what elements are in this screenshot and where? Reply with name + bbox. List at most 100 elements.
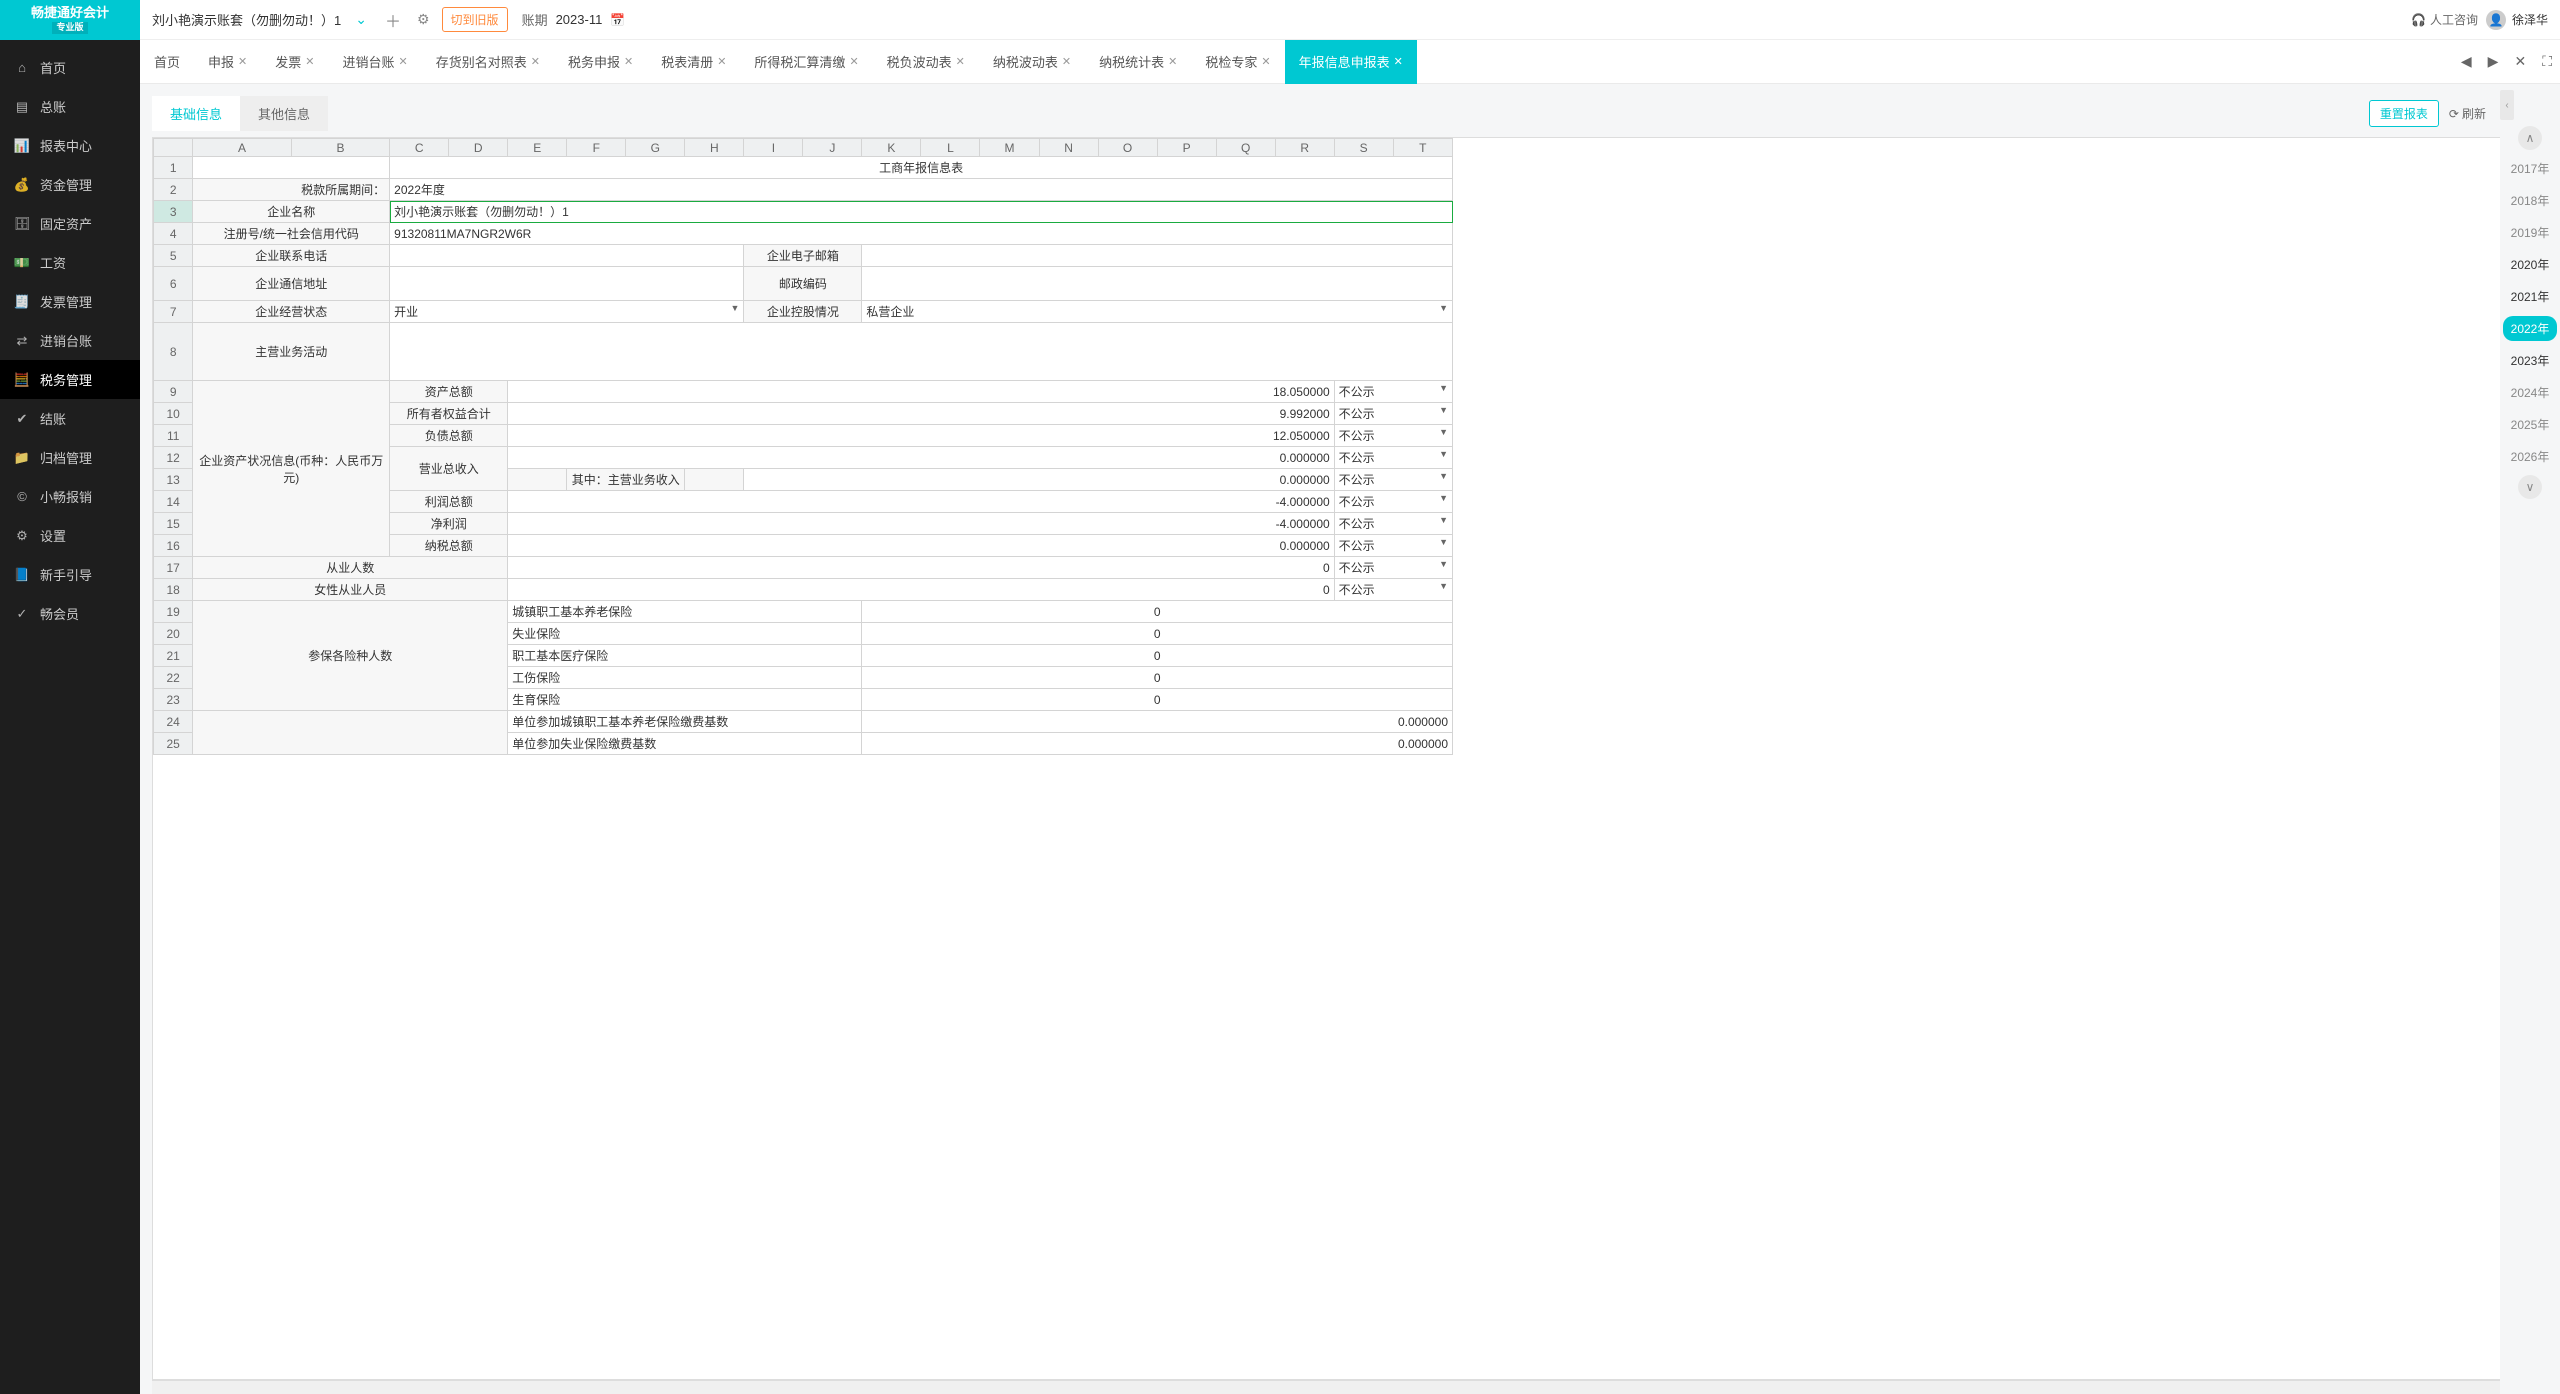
subtab-1[interactable]: 其他信息 — [240, 96, 328, 131]
col-header[interactable] — [154, 139, 193, 157]
year-collapse-icon[interactable]: ‹ — [2500, 90, 2514, 120]
cell[interactable] — [193, 157, 390, 179]
tab-4[interactable]: 存货别名对照表✕ — [422, 40, 554, 84]
tab-9[interactable]: 纳税波动表✕ — [979, 40, 1085, 84]
row-header[interactable]: 14 — [154, 491, 193, 513]
year-2022年[interactable]: 2022年 — [2503, 316, 2558, 341]
cell[interactable]: 0.000000 — [744, 469, 1334, 491]
nav-item-settings[interactable]: ⚙设置 — [0, 516, 140, 555]
cell[interactable]: 0.000000 — [862, 733, 1453, 755]
row-header[interactable]: 17 — [154, 557, 193, 579]
row-header[interactable]: 19 — [154, 601, 193, 623]
tab-1[interactable]: 申报✕ — [194, 40, 261, 84]
nav-item-inout[interactable]: ⇄进销台账 — [0, 321, 140, 360]
cell[interactable] — [508, 469, 567, 491]
row-header[interactable]: 9 — [154, 381, 193, 403]
year-2026年[interactable]: 2026年 — [2503, 444, 2558, 469]
row-header[interactable]: 18 — [154, 579, 193, 601]
disclose-select[interactable]: 不公示 — [1334, 535, 1452, 557]
cell[interactable]: -4.000000 — [508, 491, 1334, 513]
row-header[interactable]: 4 — [154, 223, 193, 245]
tab-next-icon[interactable]: ▶ — [2480, 53, 2507, 70]
year-2025年[interactable]: 2025年 — [2503, 412, 2558, 437]
disclose-select[interactable]: 不公示 — [1334, 403, 1452, 425]
year-down-icon[interactable]: ∨ — [2518, 475, 2542, 499]
nav-item-guide[interactable]: 📘新手引导 — [0, 555, 140, 594]
year-up-icon[interactable]: ∧ — [2518, 126, 2542, 150]
row-header[interactable]: 12 — [154, 447, 193, 469]
tab-10[interactable]: 纳税统计表✕ — [1085, 40, 1191, 84]
year-2021年[interactable]: 2021年 — [2503, 284, 2558, 309]
col-header[interactable]: L — [921, 139, 980, 157]
tab-close-icon[interactable]: ✕ — [1168, 55, 1177, 68]
cell[interactable]: 0 — [862, 601, 1453, 623]
cell[interactable] — [862, 267, 1453, 301]
col-header[interactable]: J — [803, 139, 862, 157]
tab-12[interactable]: 年报信息申报表✕ — [1285, 40, 1417, 84]
tab-close-icon[interactable]: ✕ — [531, 55, 540, 68]
tab-close-icon[interactable]: ✕ — [305, 55, 314, 68]
col-header[interactable]: P — [1157, 139, 1216, 157]
row-header[interactable]: 22 — [154, 667, 193, 689]
col-header[interactable]: C — [390, 139, 449, 157]
tab-0[interactable]: 首页 — [140, 40, 194, 84]
tab-close-icon[interactable]: ✕ — [956, 55, 965, 68]
cell[interactable] — [390, 267, 744, 301]
col-header[interactable]: O — [1098, 139, 1157, 157]
cell[interactable]: 2022年度 — [390, 179, 1453, 201]
col-header[interactable]: S — [1334, 139, 1393, 157]
row-header[interactable]: 24 — [154, 711, 193, 733]
holding-select[interactable]: 私营企业 — [862, 301, 1453, 323]
tab-prev-icon[interactable]: ◀ — [2453, 53, 2480, 70]
tab-close-icon[interactable]: ✕ — [399, 55, 408, 68]
cell[interactable]: 0 — [862, 667, 1453, 689]
nav-item-vip[interactable]: ✓畅会员 — [0, 594, 140, 633]
cell[interactable]: 0 — [862, 645, 1453, 667]
tab-3[interactable]: 进销台账✕ — [328, 40, 421, 84]
nav-item-salary[interactable]: 💵工资 — [0, 243, 140, 282]
row-header[interactable]: 2 — [154, 179, 193, 201]
disclose-select[interactable]: 不公示 — [1334, 491, 1452, 513]
col-header[interactable]: B — [291, 139, 389, 157]
sheet-scroll[interactable]: ABCDEFGHIJKLMNOPQRST 1工商年报信息表2税款所属期间：202… — [153, 138, 2500, 1379]
row-header[interactable]: 10 — [154, 403, 193, 425]
year-2020年[interactable]: 2020年 — [2503, 252, 2558, 277]
tab-8[interactable]: 税负波动表✕ — [873, 40, 979, 84]
tab-close-icon[interactable]: ✕ — [1394, 55, 1403, 68]
consult-button[interactable]: 🎧 人工咨询 — [2411, 11, 2478, 28]
row-header[interactable]: 5 — [154, 245, 193, 267]
account-settings-icon[interactable]: ⚙ — [413, 11, 434, 28]
cell[interactable]: 12.050000 — [508, 425, 1334, 447]
col-header[interactable]: T — [1393, 139, 1452, 157]
refresh-button[interactable]: ⟳ 刷新 — [2449, 100, 2486, 127]
col-header[interactable]: Q — [1216, 139, 1275, 157]
account-dropdown-icon[interactable]: ⌄ — [349, 11, 373, 28]
cell[interactable] — [685, 469, 744, 491]
cell[interactable] — [390, 323, 1453, 381]
disclose-select[interactable]: 不公示 — [1334, 425, 1452, 447]
fullscreen-icon[interactable]: ⛶ — [2534, 53, 2560, 70]
cell[interactable]: 0 — [508, 579, 1334, 601]
col-header[interactable]: D — [449, 139, 508, 157]
nav-item-xiaochang[interactable]: ©小畅报销 — [0, 477, 140, 516]
row-header[interactable]: 20 — [154, 623, 193, 645]
row-header[interactable]: 23 — [154, 689, 193, 711]
tab-close-icon[interactable]: ✕ — [849, 55, 858, 68]
nav-item-asset[interactable]: 🗄固定资产 — [0, 204, 140, 243]
row-header[interactable]: 16 — [154, 535, 193, 557]
cell[interactable]: 0 — [862, 689, 1453, 711]
cell[interactable]: 91320811MA7NGR2W6R — [390, 223, 1453, 245]
tab-close-icon[interactable]: ✕ — [238, 55, 247, 68]
row-header[interactable]: 25 — [154, 733, 193, 755]
row-header[interactable]: 3 — [154, 201, 193, 223]
nav-item-home[interactable]: ⌂首页 — [0, 48, 140, 87]
horizontal-scrollbar[interactable] — [152, 1380, 2500, 1394]
row-header[interactable]: 13 — [154, 469, 193, 491]
year-2018年[interactable]: 2018年 — [2503, 188, 2558, 213]
cell[interactable] — [862, 245, 1453, 267]
nav-item-ledger[interactable]: ▤总账 — [0, 87, 140, 126]
year-2019年[interactable]: 2019年 — [2503, 220, 2558, 245]
tab-close-icon[interactable]: ✕ — [624, 55, 633, 68]
nav-item-report[interactable]: 📊报表中心 — [0, 126, 140, 165]
tab-close-all-icon[interactable]: ✕ — [2506, 53, 2534, 70]
